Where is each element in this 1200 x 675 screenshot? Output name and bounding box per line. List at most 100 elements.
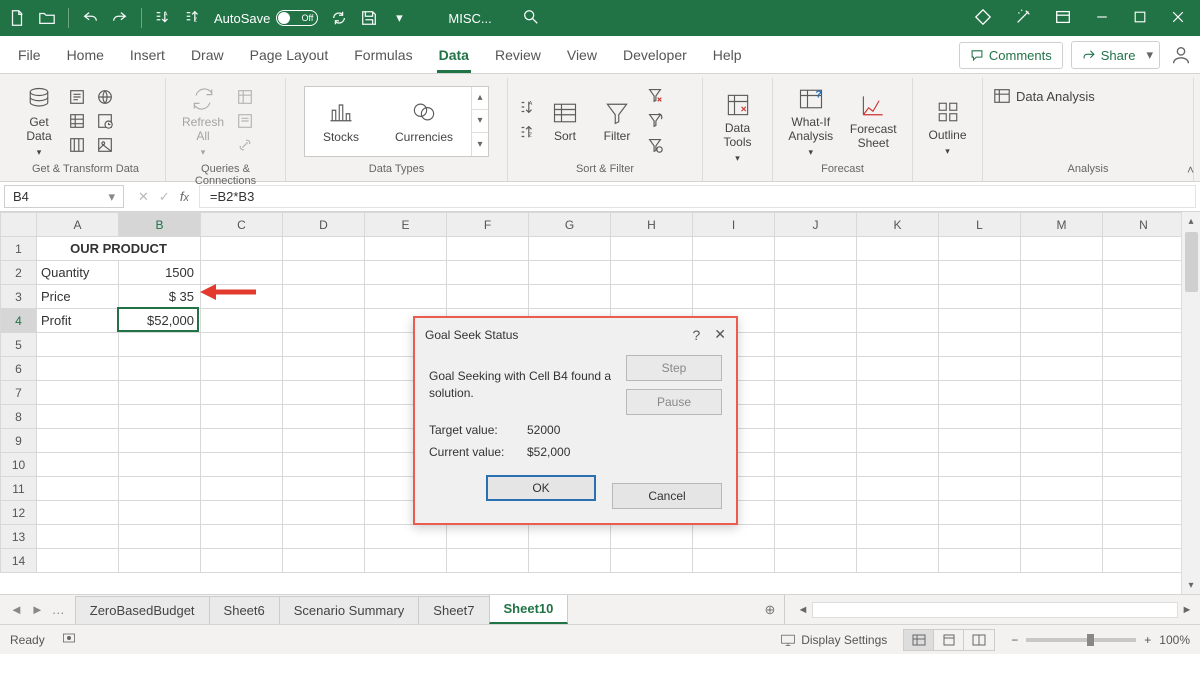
cell-K4[interactable] [857,309,939,333]
cell-K5[interactable] [857,333,939,357]
sort-za-icon[interactable]: Z [518,123,536,144]
data-types-gallery[interactable]: Stocks Currencies ▴▾▾ [304,86,489,157]
cell-H1[interactable] [611,237,693,261]
tab-draw[interactable]: Draw [179,39,236,73]
cell-M11[interactable] [1021,477,1103,501]
cell-E14[interactable] [365,549,447,573]
row-header-12[interactable]: 12 [1,501,37,525]
cell-A6[interactable] [37,357,119,381]
autosave-toggle[interactable]: AutoSave Off [214,10,318,26]
cell-M9[interactable] [1021,429,1103,453]
enter-formula-icon[interactable]: ✓ [159,189,170,205]
open-file-icon[interactable] [38,9,56,27]
sheet-tab-sheet7[interactable]: Sheet7 [418,596,489,624]
cell-A9[interactable] [37,429,119,453]
cell-N10[interactable] [1103,453,1185,477]
sheet-nav-more-icon[interactable]: … [52,602,65,617]
cell-K7[interactable] [857,381,939,405]
cell-G14[interactable] [529,549,611,573]
from-picture-icon[interactable] [96,136,114,154]
page-break-view-icon[interactable] [964,630,994,650]
existing-conn-icon[interactable] [68,136,86,154]
tab-data[interactable]: Data [427,39,481,73]
close-icon[interactable] [1170,9,1186,28]
cell-J5[interactable] [775,333,857,357]
cell-E2[interactable] [365,261,447,285]
cell-K9[interactable] [857,429,939,453]
cell-A14[interactable] [37,549,119,573]
sort-asc-icon[interactable]: A [154,9,172,27]
formula-bar[interactable]: =B2*B3 [199,185,1196,208]
cell-D9[interactable] [283,429,365,453]
zoom-out-icon[interactable]: − [1011,633,1018,647]
cell-L13[interactable] [939,525,1021,549]
cell-B5[interactable] [119,333,201,357]
cell-A8[interactable] [37,405,119,429]
cell-L11[interactable] [939,477,1021,501]
name-box[interactable]: B4▾ [4,185,124,208]
sort-az-icon[interactable]: A [518,98,536,119]
dialog-help-icon[interactable]: ? [692,327,700,343]
col-header-A[interactable]: A [37,213,119,237]
reapply-icon[interactable] [646,111,664,132]
cell-H3[interactable] [611,285,693,309]
cell-B12[interactable] [119,501,201,525]
cell-A4[interactable]: Profit [37,309,119,333]
col-header-C[interactable]: C [201,213,283,237]
cell-D7[interactable] [283,381,365,405]
cell-L3[interactable] [939,285,1021,309]
cell-K10[interactable] [857,453,939,477]
share-button[interactable]: Share▾ [1071,41,1160,69]
cell-G3[interactable] [529,285,611,309]
cell-N12[interactable] [1103,501,1185,525]
cell-A3[interactable]: Price [37,285,119,309]
cell-M6[interactable] [1021,357,1103,381]
cancel-formula-icon[interactable]: ✕ [138,189,149,205]
col-header-J[interactable]: J [775,213,857,237]
zoom-slider[interactable]: − + 100% [1011,633,1190,647]
recent-sources-icon[interactable] [96,112,114,130]
cell-L9[interactable] [939,429,1021,453]
cell-F13[interactable] [447,525,529,549]
cell-B11[interactable] [119,477,201,501]
cell-C8[interactable] [201,405,283,429]
sync-icon[interactable] [330,9,348,27]
cell-K14[interactable] [857,549,939,573]
col-header-H[interactable]: H [611,213,693,237]
cell-N13[interactable] [1103,525,1185,549]
advanced-filter-icon[interactable] [646,136,664,157]
cell-J1[interactable] [775,237,857,261]
cell-I14[interactable] [693,549,775,573]
cell-J13[interactable] [775,525,857,549]
normal-view-icon[interactable] [904,630,934,650]
cell-M1[interactable] [1021,237,1103,261]
cell-K6[interactable] [857,357,939,381]
qat-dropdown-icon[interactable]: ▾ [390,9,408,27]
cell-C11[interactable] [201,477,283,501]
stocks-type[interactable]: Stocks [305,90,377,152]
cell-J6[interactable] [775,357,857,381]
cell-N14[interactable] [1103,549,1185,573]
cell-K12[interactable] [857,501,939,525]
cell-N7[interactable] [1103,381,1185,405]
cell-N6[interactable] [1103,357,1185,381]
cell-L2[interactable] [939,261,1021,285]
from-web-icon[interactable] [96,88,114,106]
cell-J9[interactable] [775,429,857,453]
cell-A12[interactable] [37,501,119,525]
cell-B4[interactable]: $52,000 [119,309,201,333]
sort-desc-icon[interactable]: Z [184,9,202,27]
from-text-icon[interactable] [68,88,86,106]
col-header-G[interactable]: G [529,213,611,237]
cell-K11[interactable] [857,477,939,501]
cell-N5[interactable] [1103,333,1185,357]
cell-G2[interactable] [529,261,611,285]
maximize-icon[interactable] [1132,9,1148,28]
row-header-14[interactable]: 14 [1,549,37,573]
cell-M4[interactable] [1021,309,1103,333]
cell-B2[interactable]: 1500 [119,261,201,285]
cell-L8[interactable] [939,405,1021,429]
cell-M10[interactable] [1021,453,1103,477]
dialog-close-icon[interactable]: ✕ [714,326,726,343]
cell-A2[interactable]: Quantity [37,261,119,285]
